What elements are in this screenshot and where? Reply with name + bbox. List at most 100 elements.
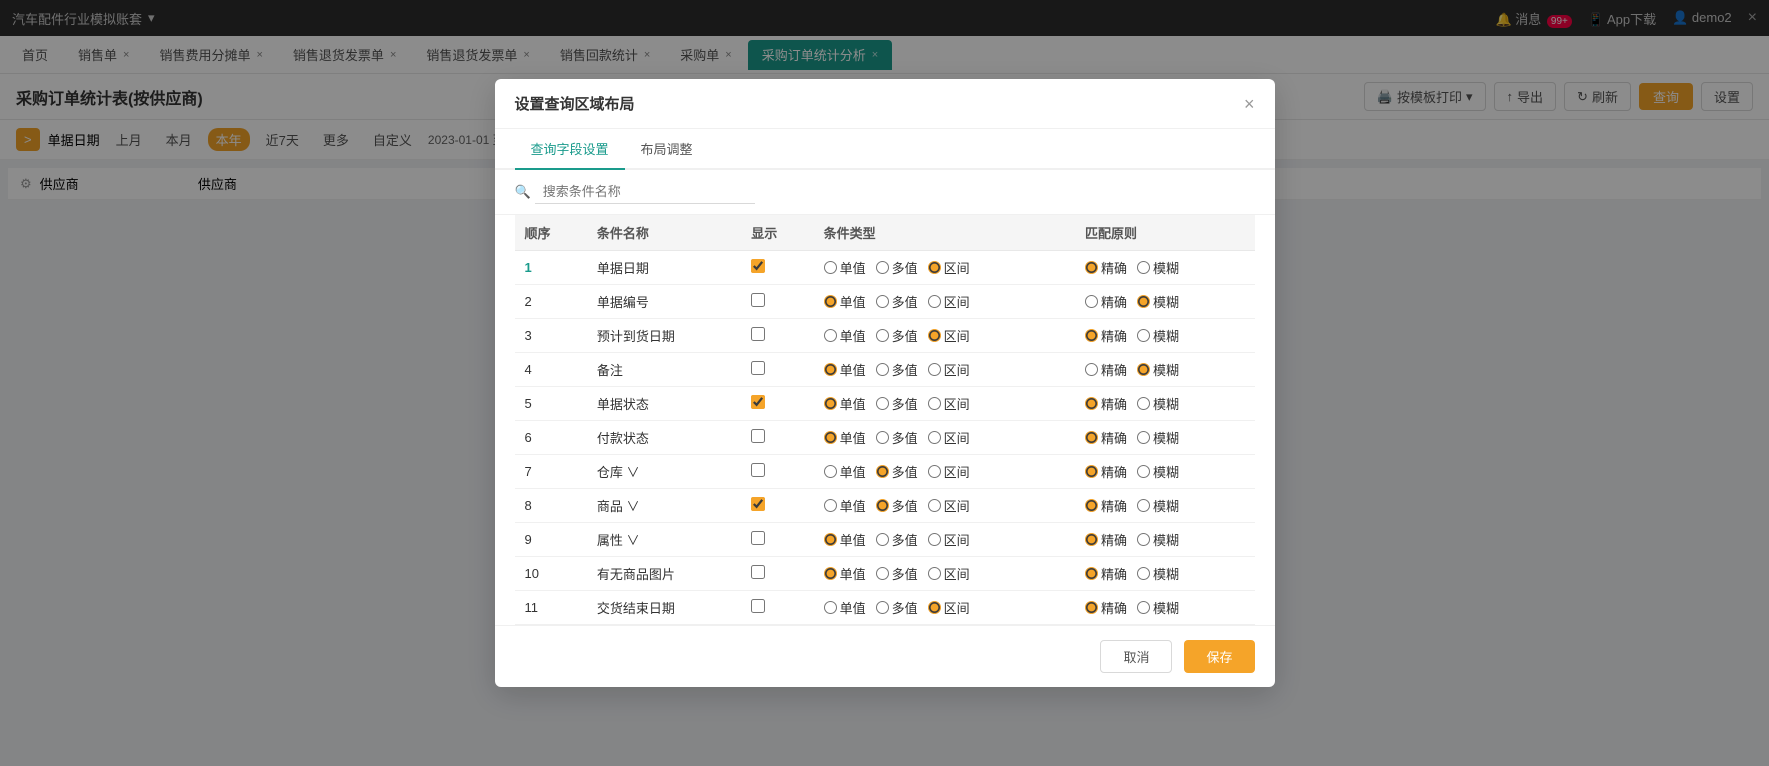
match-radio[interactable]: [1085, 533, 1098, 546]
type-radio-label[interactable]: 单值: [824, 292, 866, 311]
match-radio[interactable]: [1137, 329, 1150, 342]
type-radio[interactable]: [824, 261, 837, 274]
type-radio-label[interactable]: 单值: [824, 360, 866, 379]
match-radio-label[interactable]: 精确: [1085, 530, 1127, 549]
match-radio-label[interactable]: 精确: [1085, 394, 1127, 413]
match-radio-label[interactable]: 精确: [1085, 292, 1127, 311]
type-radio[interactable]: [824, 499, 837, 512]
match-radio-label[interactable]: 模糊: [1137, 496, 1179, 515]
type-radio[interactable]: [876, 567, 889, 580]
cancel-btn[interactable]: 取消: [1100, 640, 1172, 673]
show-checkbox[interactable]: [751, 259, 765, 273]
type-radio-label[interactable]: 多值: [876, 394, 918, 413]
type-radio[interactable]: [824, 363, 837, 376]
match-radio-label[interactable]: 精确: [1085, 598, 1127, 617]
tab-layout-adjust[interactable]: 布局调整: [625, 129, 709, 170]
match-radio[interactable]: [1085, 499, 1098, 512]
match-radio[interactable]: [1137, 431, 1150, 444]
type-radio[interactable]: [824, 397, 837, 410]
type-radio-label[interactable]: 多值: [876, 564, 918, 583]
match-radio-label[interactable]: 模糊: [1137, 326, 1179, 345]
match-radio-label[interactable]: 模糊: [1137, 292, 1179, 311]
match-radio[interactable]: [1137, 295, 1150, 308]
show-checkbox[interactable]: [751, 463, 765, 477]
type-radio-label[interactable]: 多值: [876, 258, 918, 277]
match-radio-label[interactable]: 模糊: [1137, 564, 1179, 583]
show-checkbox[interactable]: [751, 497, 765, 511]
type-radio[interactable]: [928, 465, 941, 478]
type-radio-label[interactable]: 区间: [928, 496, 970, 515]
type-radio[interactable]: [876, 431, 889, 444]
type-radio-label[interactable]: 区间: [928, 462, 970, 481]
match-radio[interactable]: [1137, 465, 1150, 478]
type-radio[interactable]: [876, 363, 889, 376]
type-radio-label[interactable]: 单值: [824, 598, 866, 617]
type-radio-label[interactable]: 单值: [824, 258, 866, 277]
type-radio[interactable]: [824, 295, 837, 308]
type-radio[interactable]: [824, 465, 837, 478]
match-radio[interactable]: [1137, 397, 1150, 410]
show-checkbox[interactable]: [751, 395, 765, 409]
type-radio[interactable]: [824, 533, 837, 546]
type-radio-label[interactable]: 区间: [928, 258, 970, 277]
match-radio-label[interactable]: 模糊: [1137, 428, 1179, 447]
match-radio[interactable]: [1085, 363, 1098, 376]
match-radio-label[interactable]: 模糊: [1137, 360, 1179, 379]
type-radio[interactable]: [928, 499, 941, 512]
type-radio[interactable]: [824, 567, 837, 580]
type-radio-label[interactable]: 单值: [824, 428, 866, 447]
type-radio[interactable]: [928, 363, 941, 376]
type-radio-label[interactable]: 多值: [876, 462, 918, 481]
type-radio-label[interactable]: 多值: [876, 598, 918, 617]
match-radio-label[interactable]: 模糊: [1137, 462, 1179, 481]
match-radio[interactable]: [1137, 533, 1150, 546]
type-radio-label[interactable]: 单值: [824, 462, 866, 481]
show-checkbox[interactable]: [751, 531, 765, 545]
match-radio[interactable]: [1085, 261, 1098, 274]
type-radio-label[interactable]: 多值: [876, 360, 918, 379]
type-radio[interactable]: [876, 261, 889, 274]
type-radio-label[interactable]: 多值: [876, 496, 918, 515]
type-radio[interactable]: [824, 601, 837, 614]
type-radio[interactable]: [824, 431, 837, 444]
match-radio-label[interactable]: 模糊: [1137, 258, 1179, 277]
type-radio-label[interactable]: 多值: [876, 428, 918, 447]
type-radio-label[interactable]: 多值: [876, 530, 918, 549]
match-radio[interactable]: [1137, 261, 1150, 274]
type-radio-label[interactable]: 单值: [824, 496, 866, 515]
type-radio-label[interactable]: 区间: [928, 394, 970, 413]
type-radio[interactable]: [928, 397, 941, 410]
match-radio-label[interactable]: 精确: [1085, 564, 1127, 583]
match-radio[interactable]: [1085, 431, 1098, 444]
match-radio-label[interactable]: 精确: [1085, 258, 1127, 277]
dialog-close-btn[interactable]: ×: [1244, 95, 1255, 113]
match-radio[interactable]: [1137, 601, 1150, 614]
type-radio[interactable]: [928, 295, 941, 308]
type-radio[interactable]: [928, 567, 941, 580]
match-radio[interactable]: [1085, 567, 1098, 580]
show-checkbox[interactable]: [751, 565, 765, 579]
match-radio-label[interactable]: 模糊: [1137, 598, 1179, 617]
type-radio[interactable]: [876, 465, 889, 478]
type-radio[interactable]: [824, 329, 837, 342]
type-radio[interactable]: [876, 295, 889, 308]
search-input[interactable]: [535, 180, 755, 204]
save-btn[interactable]: 保存: [1184, 640, 1254, 673]
type-radio-label[interactable]: 单值: [824, 326, 866, 345]
type-radio[interactable]: [928, 261, 941, 274]
type-radio[interactable]: [876, 601, 889, 614]
show-checkbox[interactable]: [751, 361, 765, 375]
match-radio[interactable]: [1137, 567, 1150, 580]
type-radio-label[interactable]: 单值: [824, 564, 866, 583]
type-radio-label[interactable]: 区间: [928, 530, 970, 549]
type-radio-label[interactable]: 单值: [824, 394, 866, 413]
type-radio[interactable]: [876, 499, 889, 512]
type-radio[interactable]: [876, 533, 889, 546]
type-radio-label[interactable]: 区间: [928, 564, 970, 583]
match-radio-label[interactable]: 模糊: [1137, 394, 1179, 413]
type-radio[interactable]: [928, 431, 941, 444]
type-radio[interactable]: [876, 329, 889, 342]
match-radio-label[interactable]: 精确: [1085, 360, 1127, 379]
match-radio-label[interactable]: 精确: [1085, 462, 1127, 481]
show-checkbox[interactable]: [751, 327, 765, 341]
